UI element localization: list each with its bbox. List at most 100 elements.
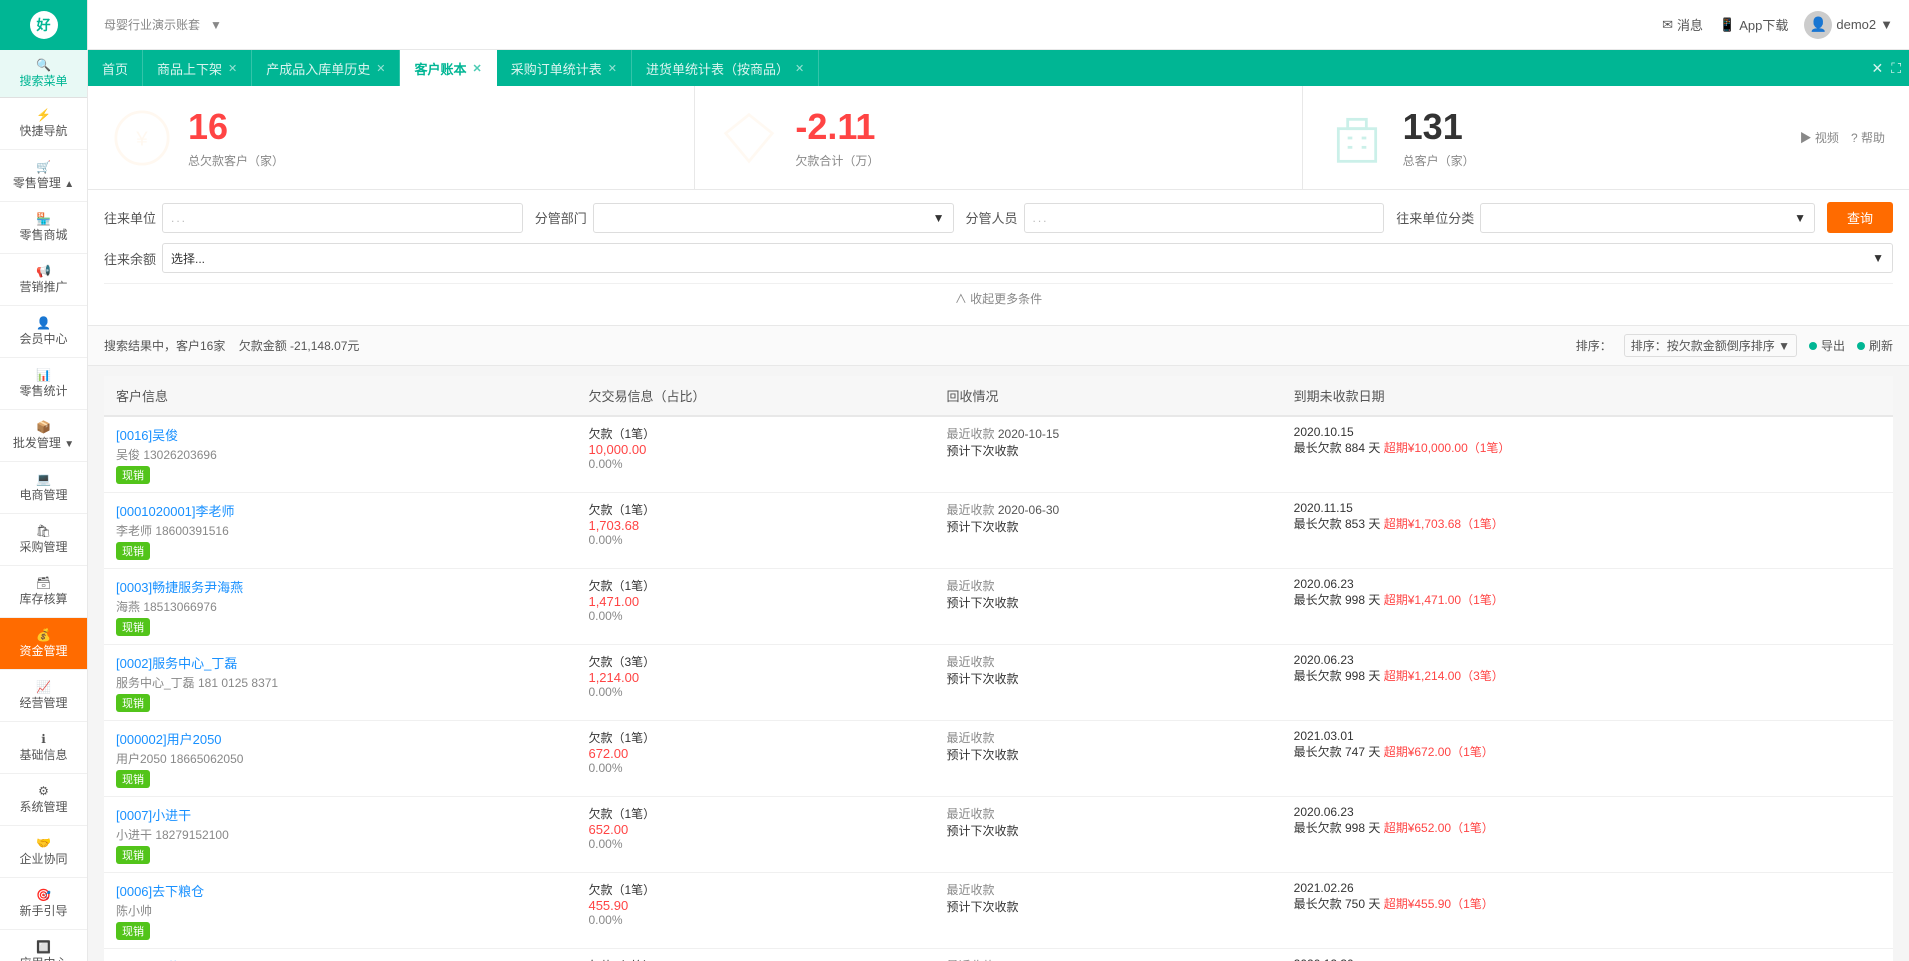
sidebar-item-member[interactable]: 👤 会员中心 — [0, 306, 87, 358]
tab-product-history-close[interactable]: ✕ — [376, 62, 385, 75]
customer-info-cell: [000002]用户2050 用户2050 18665062050 现销 — [104, 721, 576, 797]
appstore-icon: 🔲 — [4, 940, 83, 954]
due-date: 2020.11.15 — [1294, 501, 1881, 515]
sidebar-item-marketing[interactable]: 📢 营销推广 — [0, 254, 87, 306]
tab-customer-account[interactable]: 客户账本 ✕ — [400, 50, 496, 86]
filter-unit-category-select[interactable]: ▼ — [1480, 203, 1815, 233]
sidebar-search-menu[interactable]: 🔍 搜索菜单 — [0, 50, 87, 98]
customer-name-link[interactable]: [0002]服务中心_丁磊 — [116, 653, 564, 672]
sidebar-item-retailstats[interactable]: 📊 零售统计 — [0, 358, 87, 410]
help-button[interactable]: ? 帮助 — [1851, 129, 1885, 146]
sidebar-item-purchase[interactable]: 🛍 采购管理 — [0, 514, 87, 566]
customer-name-link[interactable]: [000002]用户2050 — [116, 729, 564, 748]
sidebar-search-label: 搜索菜单 — [6, 72, 81, 89]
sort-select[interactable]: 排序：按欠款金额倒序排序 ▼ — [1624, 334, 1797, 357]
tab-home[interactable]: 首页 — [88, 50, 143, 86]
sort-value: 排序：按欠款金额倒序排序 — [1631, 339, 1775, 353]
filter-dept-select[interactable]: ▼ — [593, 203, 954, 233]
owing-amount[interactable]: 1,214.00 — [588, 670, 922, 685]
filter-from-unit-input[interactable]: ... — [162, 203, 523, 233]
sidebar-item-retailshop[interactable]: 🏪 零售商城 — [0, 202, 87, 254]
collection-cell: 最近收款 2020-10-15 预计下次收款 — [934, 416, 1281, 493]
table-row: [000002]用户2050 用户2050 18665062050 现销 欠款（… — [104, 721, 1893, 797]
sidebar-item-business[interactable]: 📈 经营管理 — [0, 670, 87, 722]
overdue-link[interactable]: 超期¥1,703.68（1笔） — [1384, 517, 1504, 531]
basic-icon: ℹ — [4, 732, 83, 746]
building-icon — [1327, 108, 1387, 168]
owing-amount[interactable]: 1,703.68 — [588, 518, 922, 533]
sidebar-item-ecommerce[interactable]: 💻 电商管理 — [0, 462, 87, 514]
export-dot-icon — [1809, 342, 1817, 350]
filter-collapse-button[interactable]: ∧ 收起更多条件 — [104, 283, 1893, 313]
filter-balance-select[interactable]: 选择... ▼ — [162, 243, 1893, 273]
tab-goods-onoff-close[interactable]: ✕ — [228, 62, 237, 75]
max-overdue: 最长欠款 998 天 超期¥652.00（1笔） — [1294, 819, 1881, 836]
user-dropdown-icon: ▼ — [1880, 17, 1893, 32]
sidebar-item-quicknav[interactable]: ⚡ 快捷导航 — [0, 98, 87, 150]
owing-amount[interactable]: 672.00 — [588, 746, 922, 761]
query-button[interactable]: 查询 — [1827, 202, 1893, 233]
customer-sub: 服务中心_丁磊 181 0125 8371 — [116, 674, 564, 691]
tabs-close-all-icon[interactable]: ✕ — [1871, 60, 1883, 77]
sidebar-item-guide[interactable]: 🎯 新手引导 — [0, 878, 87, 930]
app-download-button[interactable]: 📱 App下载 — [1719, 15, 1788, 34]
filter-balance-value: 选择... — [171, 250, 205, 267]
sidebar-item-inventory[interactable]: 🗃 库存核算 — [0, 566, 87, 618]
refresh-button[interactable]: 刷新 — [1857, 337, 1893, 354]
customer-name-link[interactable]: [0006]去下粮仓 — [116, 881, 564, 900]
user-menu[interactable]: 👤 demo2 ▼ — [1804, 11, 1893, 39]
video-button[interactable]: ▶ 视频 — [1800, 129, 1839, 146]
customer-sub: 吴俊 13026203696 — [116, 446, 564, 463]
tab-product-history[interactable]: 产成品入库单历史 ✕ — [252, 50, 400, 86]
collapse-label: 收起更多条件 — [970, 292, 1042, 306]
owing-amount[interactable]: 455.90 — [588, 898, 922, 913]
tab-purchase-stats[interactable]: 采购订单统计表 ✕ — [497, 50, 632, 86]
result-owing: 欠款金额 -21,148.07元 — [239, 339, 360, 353]
tabs-expand-icon[interactable]: ⛶ — [1891, 60, 1901, 77]
owing-amount[interactable]: 10,000.00 — [588, 442, 922, 457]
filter-manager-input[interactable]: ... — [1024, 203, 1385, 233]
tab-goods-onoff[interactable]: 商品上下架 ✕ — [143, 50, 252, 86]
due-date-cell: 2020.06.23 最长欠款 998 天 超期¥1,471.00（1笔） — [1282, 569, 1893, 645]
overdue-link[interactable]: 超期¥1,471.00（1笔） — [1384, 593, 1504, 607]
owing-ratio: 0.00% — [588, 685, 622, 699]
filter-row-2: 往来余额 选择... ▼ — [104, 243, 1893, 273]
customer-name-link[interactable]: [000001]黄思源 — [116, 957, 564, 961]
customer-name-link[interactable]: [0016]吴俊 — [116, 425, 564, 444]
purchase-icon: 🛍 — [4, 524, 83, 538]
topbar-dropdown-icon[interactable]: ▼ — [210, 18, 222, 32]
tab-purchase-stats-close[interactable]: ✕ — [608, 62, 617, 75]
overdue-link[interactable]: 超期¥652.00（1笔） — [1384, 821, 1494, 835]
owing-count: 欠款（1笔） — [588, 729, 922, 746]
max-overdue: 最长欠款 998 天 超期¥1,471.00（1笔） — [1294, 591, 1881, 608]
refresh-label: 刷新 — [1869, 337, 1893, 354]
overdue-link[interactable]: 超期¥455.90（1笔） — [1384, 897, 1494, 911]
owing-count: 欠款（1笔） — [588, 957, 922, 961]
sidebar-item-appstore[interactable]: 🔲 应用中心 — [0, 930, 87, 961]
sidebar-item-wholesale[interactable]: 📦 批发管理 ▼ — [0, 410, 87, 462]
sidebar-item-system[interactable]: ⚙ 系统管理 — [0, 774, 87, 826]
sidebar-item-retail[interactable]: 🛒 零售管理 ▲ — [0, 150, 87, 202]
app-subtitle: 母婴行业演示账套 — [104, 16, 200, 33]
customer-name-link[interactable]: [0001020001]李老师 — [116, 501, 564, 520]
overdue-link[interactable]: 超期¥1,214.00（3笔） — [1384, 669, 1504, 683]
customer-name-link[interactable]: [0003]畅捷服务尹海燕 — [116, 577, 564, 596]
tab-incoming-stats[interactable]: 进货单统计表（按商品） ✕ — [632, 50, 819, 86]
customer-sub: 小进干 18279152100 — [116, 826, 564, 843]
tab-customer-account-close[interactable]: ✕ — [473, 62, 482, 75]
overdue-link[interactable]: 超期¥10,000.00（1笔） — [1384, 441, 1511, 455]
message-button[interactable]: ✉ 消息 — [1662, 15, 1703, 34]
export-button[interactable]: 导出 — [1809, 337, 1845, 354]
tab-incoming-stats-close[interactable]: ✕ — [795, 62, 804, 75]
overdue-link[interactable]: 超期¥672.00（1笔） — [1384, 745, 1494, 759]
customer-name-link[interactable]: [0007]小进干 — [116, 805, 564, 824]
sidebar-item-collab[interactable]: 🤝 企业协同 — [0, 826, 87, 878]
stat-value-owing-amount: -2.11 — [795, 106, 879, 148]
recent-date: 2020-10-15 — [998, 427, 1059, 441]
sidebar-item-finance[interactable]: 💰 资金管理 — [0, 618, 87, 670]
stat-label-owing-amount: 欠款合计（万） — [795, 152, 879, 169]
owing-amount[interactable]: 652.00 — [588, 822, 922, 837]
sidebar-nav: ⚡ 快捷导航 🛒 零售管理 ▲ 🏪 零售商城 📢 营销推广 👤 会员中心 📊 零… — [0, 98, 87, 961]
sidebar-item-basic[interactable]: ℹ 基础信息 — [0, 722, 87, 774]
owing-amount[interactable]: 1,471.00 — [588, 594, 922, 609]
